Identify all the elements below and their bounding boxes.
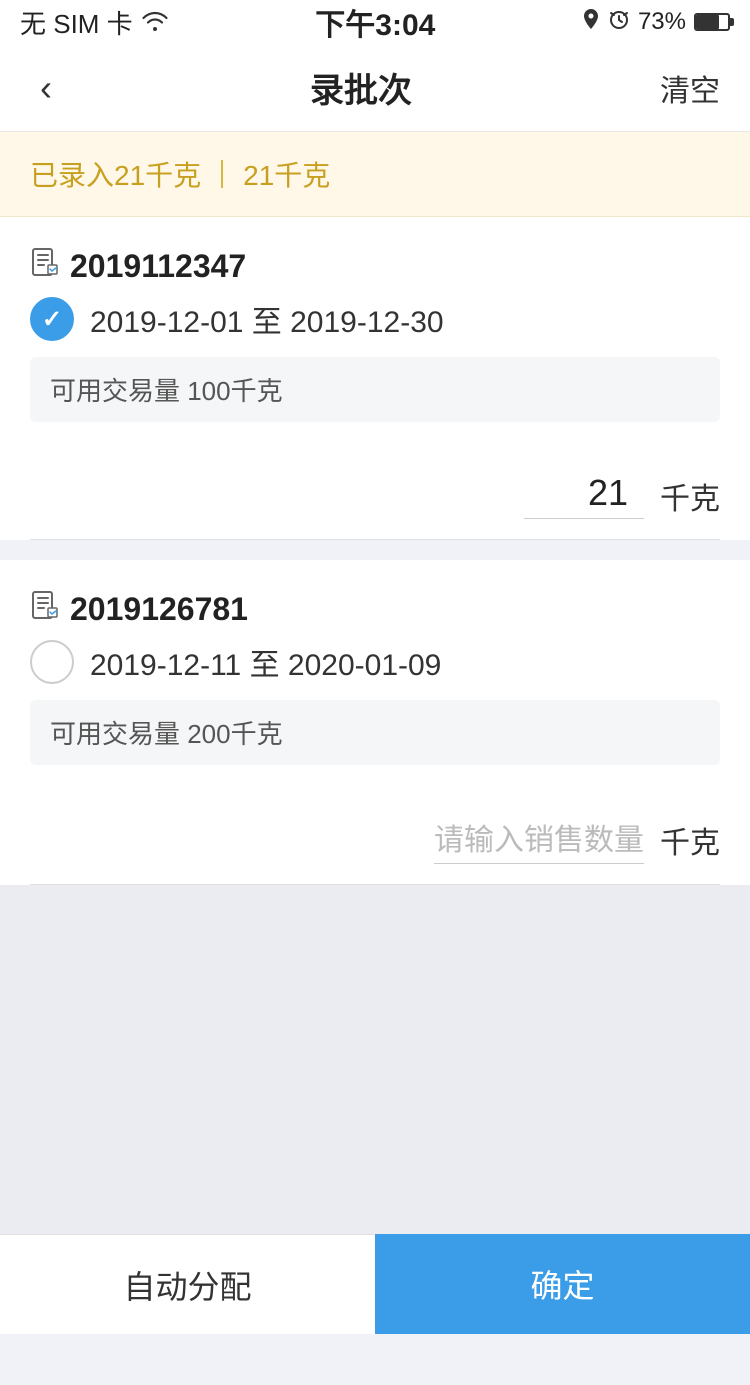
back-button[interactable]: ‹: [30, 57, 62, 119]
batch-date-1: 2019-12-01 至 2019-12-30: [90, 297, 444, 341]
qty-row-2: 请输入销售数量 千克: [0, 805, 750, 884]
qty-display-2[interactable]: 请输入销售数量: [434, 815, 644, 864]
wifi-icon: [141, 7, 169, 38]
qty-unit-2: 千克: [660, 818, 720, 862]
available-qty-1: 可用交易量 100千克: [30, 357, 720, 422]
batch-date-row-2: 2019-12-11 至 2020-01-09: [30, 640, 720, 684]
doc-icon-1: [30, 247, 60, 285]
section-divider-1: [30, 539, 720, 540]
status-right: 73%: [582, 8, 730, 37]
doc-icon-2: [30, 590, 60, 628]
clear-button[interactable]: 清空: [660, 66, 720, 110]
qty-placeholder-2: 请输入销售数量: [434, 824, 644, 857]
batch-header-2: 2019126781: [30, 590, 720, 628]
batch-id-1: 2019112347: [70, 248, 246, 285]
status-time: 下午3:04: [315, 0, 435, 44]
battery-icon: [694, 13, 730, 31]
status-bar: 无 SIM 卡 下午3:04 73%: [0, 0, 750, 44]
batch-id-2: 2019126781: [70, 591, 248, 628]
radio-1[interactable]: [30, 297, 74, 341]
empty-area: [0, 885, 750, 1285]
location-icon: [582, 8, 600, 37]
qty-row-1: 21 千克: [0, 462, 750, 539]
radio-2[interactable]: [30, 640, 74, 684]
no-sim-text: 无 SIM 卡: [20, 4, 133, 41]
batch-date-row-1: 2019-12-01 至 2019-12-30: [30, 297, 720, 341]
nav-bar: ‹ 录批次 清空: [0, 44, 750, 132]
page-title: 录批次: [310, 63, 412, 112]
batch-date-2: 2019-12-11 至 2020-01-09: [90, 640, 441, 684]
qty-display-1[interactable]: 21: [524, 472, 644, 519]
batch-card-1: 2019112347 2019-12-01 至 2019-12-30 可用交易量…: [0, 217, 750, 540]
batch-card-2: 2019126781 2019-12-11 至 2020-01-09 可用交易量…: [0, 560, 750, 885]
bottom-actions: 自动分配 确定: [0, 1234, 750, 1334]
batch-item-1: 2019112347 2019-12-01 至 2019-12-30 可用交易量…: [0, 217, 750, 462]
status-left: 无 SIM 卡: [20, 4, 169, 41]
batch-header-1: 2019112347: [30, 247, 720, 285]
summary-divider: [221, 160, 223, 188]
confirm-button[interactable]: 确定: [375, 1234, 750, 1334]
auto-distribute-button[interactable]: 自动分配: [0, 1234, 375, 1334]
battery-percent: 73%: [638, 8, 686, 36]
alarm-icon: [608, 8, 630, 37]
batch-item-2: 2019126781 2019-12-11 至 2020-01-09 可用交易量…: [0, 560, 750, 805]
available-qty-2: 可用交易量 200千克: [30, 700, 720, 765]
summary-label: 已录入21千克: [30, 154, 201, 194]
qty-value-1: 21: [588, 472, 628, 513]
summary-banner: 已录入21千克 21千克: [0, 132, 750, 217]
qty-unit-1: 千克: [660, 474, 720, 518]
summary-value: 21千克: [243, 154, 330, 194]
